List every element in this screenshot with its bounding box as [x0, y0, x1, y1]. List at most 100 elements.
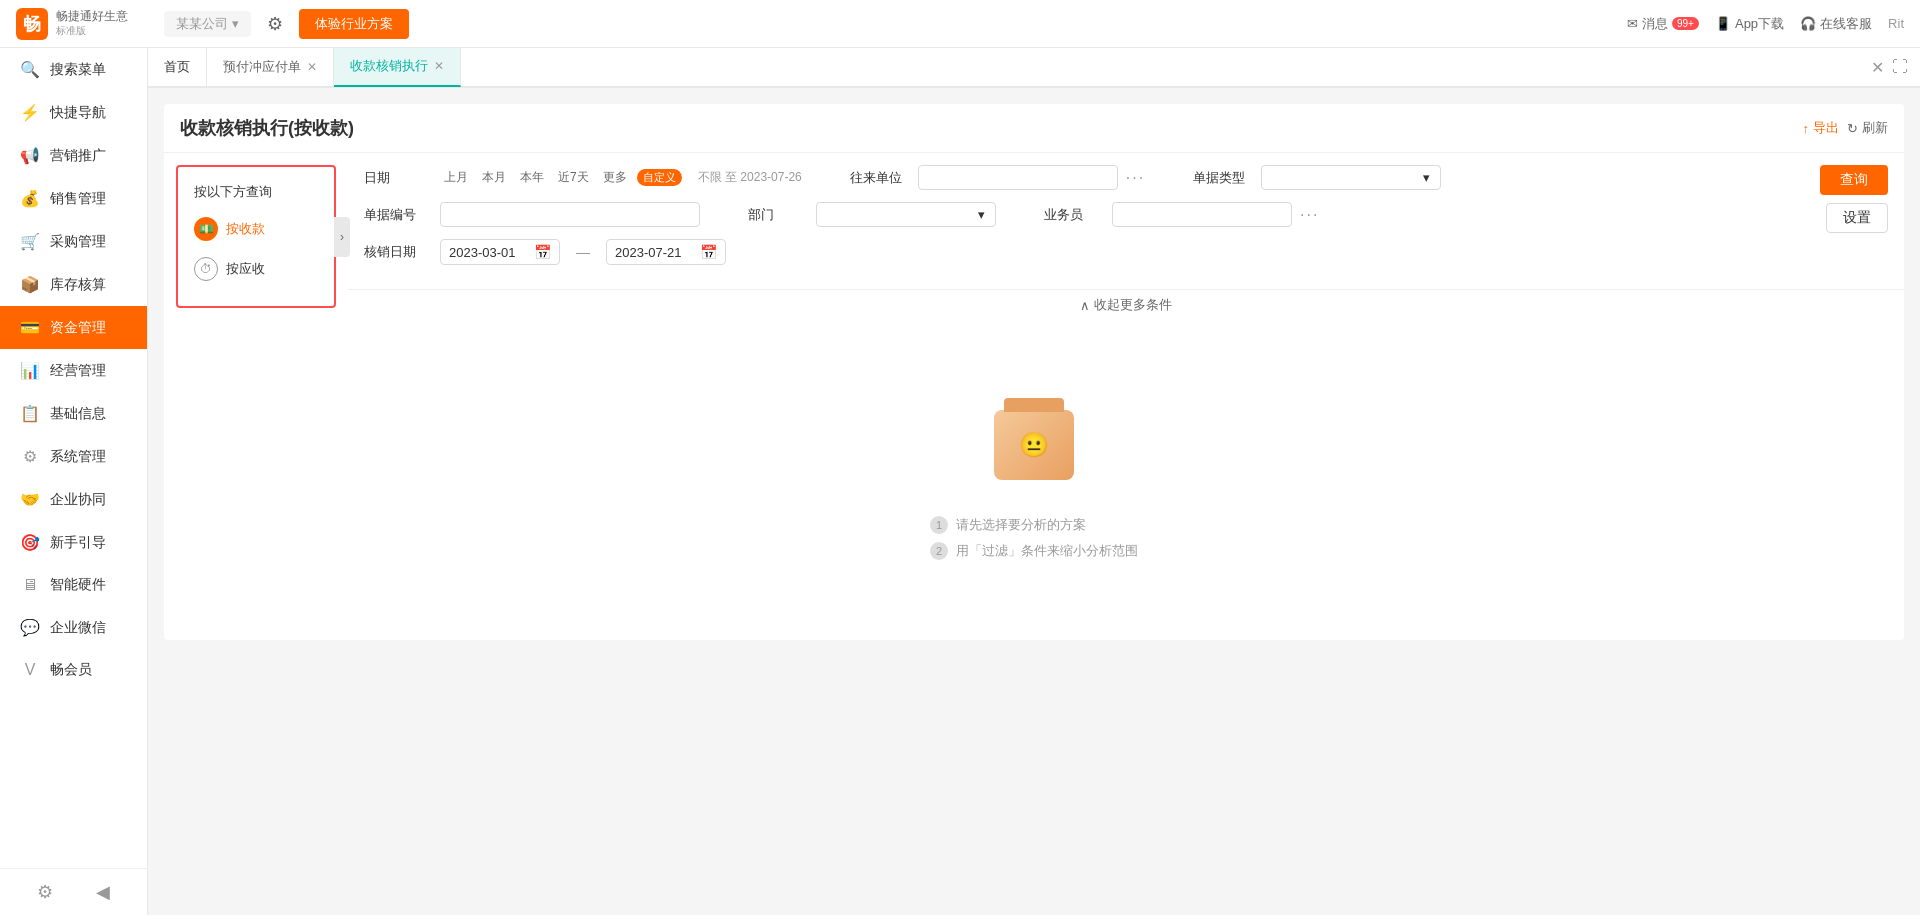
sidebar-item-sales[interactable]: 💰 销售管理: [0, 177, 147, 220]
sidebar-label-basic: 基础信息: [50, 405, 106, 423]
user-menu[interactable]: Rit: [1888, 16, 1904, 31]
sidebar-item-wechat[interactable]: 💬 企业微信: [0, 606, 147, 649]
date-shortcut-more[interactable]: 更多: [599, 167, 631, 188]
empty-tip-2: 2 用「过滤」条件来缩小分析范围: [930, 542, 1138, 560]
sidebar-label-purchase: 采购管理: [50, 233, 106, 251]
date-custom-badge[interactable]: 自定义: [637, 169, 682, 186]
empty-tip-1: 1 请先选择要分析的方案: [930, 516, 1086, 534]
tab-home[interactable]: 首页: [148, 47, 207, 87]
staff-label: 业务员: [1044, 206, 1104, 224]
sidebar-item-search[interactable]: 🔍 搜索菜单: [0, 48, 147, 91]
sidebar-label-system: 系统管理: [50, 448, 106, 466]
docnum-label: 单据编号: [364, 206, 424, 224]
empty-tips: 1 请先选择要分析的方案 2 用「过滤」条件来缩小分析范围: [930, 516, 1138, 560]
partner-input[interactable]: [918, 165, 1118, 190]
sidebar-label-sales: 销售管理: [50, 190, 106, 208]
monitor-icon: 🖥: [20, 576, 40, 594]
staff-input[interactable]: [1112, 202, 1292, 227]
date-unlimit: 不限 至 2023-07-26: [698, 169, 802, 186]
date-shortcut-thisyear[interactable]: 本年: [516, 167, 548, 188]
partner-more-btn[interactable]: ···: [1126, 169, 1145, 187]
sidebar-item-guide[interactable]: 🎯 新手引导: [0, 521, 147, 564]
refresh-btn[interactable]: ↻ 刷新: [1847, 119, 1888, 137]
verify-date-start[interactable]: 2023-03-01 📅: [440, 239, 560, 265]
filter-inputs: 日期 上月 本月 本年 近7天 更多 自定义 不限 至 2023-07-26: [348, 153, 1804, 289]
query-type-by-payable[interactable]: ⏱ 按应收: [178, 249, 334, 289]
verify-date-end[interactable]: 2023-07-21 📅: [606, 239, 726, 265]
partner-label: 往来单位: [850, 169, 910, 187]
customer-service-btn[interactable]: 🎧 在线客服: [1800, 15, 1872, 33]
sidebar-item-hardware[interactable]: 🖥 智能硬件: [0, 564, 147, 606]
dept-label: 部门: [748, 206, 808, 224]
staff-filter: 业务员 ···: [1044, 202, 1319, 227]
sidebar-item-enterprise[interactable]: 🤝 企业协同: [0, 478, 147, 521]
partner-filter: 往来单位 ···: [850, 165, 1145, 190]
sidebar-item-marketing[interactable]: 📢 营销推广: [0, 134, 147, 177]
tab-prepay[interactable]: 预付冲应付单 ✕: [207, 47, 334, 87]
handshake-icon: 🤝: [20, 490, 40, 509]
sidebar-item-member[interactable]: V 畅会员: [0, 649, 147, 691]
export-btn[interactable]: ↑ 导出: [1803, 119, 1840, 137]
app-download-btn[interactable]: 📱 App下载: [1715, 15, 1784, 33]
logo-text: 畅捷通好生意: [56, 9, 128, 23]
doctype-dropdown[interactable]: ▾: [1261, 165, 1441, 190]
query-panel-collapse-btn[interactable]: ›: [334, 217, 350, 257]
query-panel: 按以下方查询 💵 按收款 ⏱ 按应收 ›: [176, 165, 336, 308]
capital-icon: 💳: [20, 318, 40, 337]
dept-dropdown[interactable]: ▾: [816, 202, 996, 227]
query-panel-title: 按以下方查询: [178, 179, 334, 209]
message-btn[interactable]: ✉ 消息 99+: [1627, 15, 1699, 33]
tab-close-all-btn[interactable]: ✕: [1871, 58, 1884, 77]
tab-prepay-close[interactable]: ✕: [307, 60, 317, 74]
collapse-more-btn[interactable]: ∧ 收起更多条件: [348, 289, 1904, 320]
page-actions: ↑ 导出 ↻ 刷新: [1803, 119, 1889, 137]
tab-fullscreen-btn[interactable]: ⛶: [1892, 58, 1908, 76]
filter-right: 日期 上月 本月 本年 近7天 更多 自定义 不限 至 2023-07-26: [348, 153, 1904, 320]
staff-more-btn[interactable]: ···: [1300, 206, 1319, 224]
sidebar-item-quick[interactable]: ⚡ 快捷导航: [0, 91, 147, 134]
sidebar-item-purchase[interactable]: 🛒 采购管理: [0, 220, 147, 263]
settings-icon[interactable]: ⚙: [259, 8, 291, 40]
sidebar-item-system[interactable]: ⚙ 系统管理: [0, 435, 147, 478]
cart-icon: 🛒: [20, 232, 40, 251]
industry-btn[interactable]: 体验行业方案: [299, 9, 409, 39]
logo: 畅 畅捷通好生意 标准版: [16, 8, 164, 40]
tab-actions: ✕ ⛶: [1859, 58, 1920, 77]
sidebar-collapse-btn[interactable]: ◀: [96, 881, 110, 903]
date-shortcut-lastmonth[interactable]: 上月: [440, 167, 472, 188]
lightning-icon: ⚡: [20, 103, 40, 122]
sidebar-label-enterprise: 企业协同: [50, 491, 106, 509]
company-selector[interactable]: 某某公司 ▾: [164, 11, 251, 37]
mobile-icon: 📱: [1715, 16, 1731, 31]
dropdown-arrow-dept-icon: ▾: [978, 207, 985, 222]
tab-current-close[interactable]: ✕: [434, 59, 444, 73]
date-shortcut-7days[interactable]: 近7天: [554, 167, 593, 188]
filter-rows-wrapper: 日期 上月 本月 本年 近7天 更多 自定义 不限 至 2023-07-26: [348, 153, 1904, 289]
sidebar-item-capital[interactable]: 💳 资金管理: [0, 306, 147, 349]
sidebar-settings-btn[interactable]: ⚙: [37, 881, 53, 903]
vip-icon: V: [20, 661, 40, 679]
top-bar-right: ✉ 消息 99+ 📱 App下载 🎧 在线客服 Rit: [1627, 15, 1904, 33]
refresh-icon: ↻: [1847, 121, 1858, 136]
filter-row-3: 核销日期 2023-03-01 📅 — 2023-07-21 📅: [364, 239, 1788, 265]
query-type-by-receipt[interactable]: 💵 按收款: [178, 209, 334, 249]
filter-settings-btn[interactable]: 设置: [1826, 203, 1888, 233]
query-btn[interactable]: 查询: [1820, 165, 1888, 195]
sidebar-item-operation[interactable]: 📊 经营管理: [0, 349, 147, 392]
docnum-input[interactable]: [440, 202, 700, 227]
date-label: 日期: [364, 169, 424, 187]
empty-state: 😐 1 请先选择要分析的方案 2 用「过滤」条件来缩小分析范围: [164, 320, 1904, 640]
calendar-start-icon: 📅: [534, 244, 551, 260]
receipt-type-icon: 💵: [194, 217, 218, 241]
search-icon: 🔍: [20, 60, 40, 79]
empty-box: 😐: [994, 410, 1074, 480]
dept-filter: 部门 ▾: [748, 202, 996, 227]
tab-prepay-label: 预付冲应付单: [223, 58, 301, 76]
tab-current[interactable]: 收款核销执行 ✕: [334, 47, 461, 87]
megaphone-icon: 📢: [20, 146, 40, 165]
content-area: 按以下方查询 💵 按收款 ⏱ 按应收 ›: [164, 153, 1904, 640]
sidebar-item-basic[interactable]: 📋 基础信息: [0, 392, 147, 435]
calendar-end-icon: 📅: [700, 244, 717, 260]
sidebar-item-inventory[interactable]: 📦 库存核算: [0, 263, 147, 306]
date-shortcut-thismonth[interactable]: 本月: [478, 167, 510, 188]
